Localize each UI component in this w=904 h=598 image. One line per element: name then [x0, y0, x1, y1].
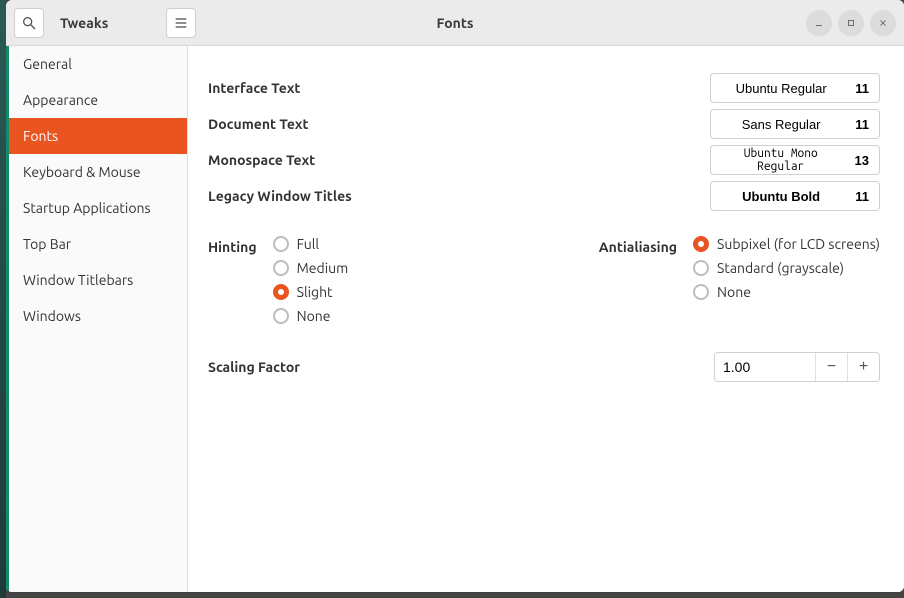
font-name: Ubuntu Regular	[721, 81, 841, 96]
radio-label: Standard (grayscale)	[717, 260, 844, 276]
font-row-label: Monospace Text	[208, 152, 408, 168]
hinting-option[interactable]: Full	[273, 236, 349, 252]
radio-icon	[273, 260, 289, 276]
font-picker-document[interactable]: Sans Regular 11	[710, 109, 880, 139]
font-size: 13	[855, 153, 869, 168]
font-picker-legacy[interactable]: Ubuntu Bold 11	[710, 181, 880, 211]
antialiasing-option[interactable]: None	[693, 284, 880, 300]
minimize-button[interactable]	[806, 10, 832, 36]
antialiasing-column: Antialiasing Subpixel (for LCD screens)S…	[599, 236, 880, 324]
antialiasing-option[interactable]: Subpixel (for LCD screens)	[693, 236, 880, 252]
radio-icon	[693, 236, 709, 252]
sidebar-item-top-bar[interactable]: Top Bar	[9, 226, 187, 262]
font-row-label: Document Text	[208, 116, 408, 132]
app-title: Tweaks	[60, 15, 108, 31]
hinting-label: Hinting	[208, 236, 257, 324]
radio-label: Medium	[297, 260, 349, 276]
font-size: 11	[855, 117, 869, 132]
sidebar: GeneralAppearanceFontsKeyboard & MouseSt…	[6, 46, 188, 592]
radio-icon	[273, 284, 289, 300]
scaling-spin: − +	[714, 352, 880, 382]
close-icon	[878, 18, 888, 28]
font-row-monospace: Monospace Text Ubuntu Mono Regular 13	[208, 142, 880, 178]
scaling-increment[interactable]: +	[847, 353, 879, 381]
sidebar-item-appearance[interactable]: Appearance	[9, 82, 187, 118]
font-picker-monospace[interactable]: Ubuntu Mono Regular 13	[710, 145, 880, 175]
tweaks-window: Tweaks Fonts GeneralAppearanceFontsKeybo…	[6, 0, 904, 592]
font-size: 11	[855, 81, 869, 96]
font-name: Sans Regular	[721, 117, 841, 132]
desktop-edge	[0, 0, 6, 598]
scaling-label: Scaling Factor	[208, 359, 300, 375]
titlebar: Tweaks Fonts	[6, 0, 904, 46]
sidebar-item-fonts[interactable]: Fonts	[9, 118, 187, 154]
hinting-column: Hinting Full Medium Slight None	[208, 236, 348, 324]
scaling-decrement[interactable]: −	[815, 353, 847, 381]
content: Interface Text Ubuntu Regular 11 Documen…	[188, 46, 904, 592]
close-button[interactable]	[870, 10, 896, 36]
font-row-label: Interface Text	[208, 80, 408, 96]
sidebar-item-window-titlebars[interactable]: Window Titlebars	[9, 262, 187, 298]
window-controls	[806, 10, 896, 36]
search-button[interactable]	[14, 8, 44, 38]
radio-label: Subpixel (for LCD screens)	[717, 236, 880, 252]
sidebar-item-windows[interactable]: Windows	[9, 298, 187, 334]
radio-label: Full	[297, 236, 319, 252]
titlebar-left: Tweaks	[14, 8, 196, 38]
sidebar-item-general[interactable]: General	[9, 46, 187, 82]
hinting-option[interactable]: None	[273, 308, 349, 324]
font-row-interface: Interface Text Ubuntu Regular 11	[208, 70, 880, 106]
scaling-row: Scaling Factor − +	[208, 352, 880, 382]
font-row-legacy: Legacy Window Titles Ubuntu Bold 11	[208, 178, 880, 214]
antialiasing-label: Antialiasing	[599, 236, 677, 324]
font-name: Ubuntu Bold	[721, 189, 841, 204]
font-size: 11	[855, 189, 869, 204]
font-row-document: Document Text Sans Regular 11	[208, 106, 880, 142]
body: GeneralAppearanceFontsKeyboard & MouseSt…	[6, 46, 904, 592]
radio-icon	[693, 284, 709, 300]
font-name: Ubuntu Mono Regular	[721, 147, 841, 173]
maximize-icon	[846, 18, 856, 28]
search-icon	[21, 15, 37, 31]
radio-icon	[693, 260, 709, 276]
radio-icon	[273, 236, 289, 252]
hinting-radio-group: Full Medium Slight None	[273, 236, 349, 324]
radio-label: None	[297, 308, 331, 324]
hamburger-icon	[173, 15, 189, 31]
page-title: Fonts	[436, 15, 473, 31]
radio-label: None	[717, 284, 751, 300]
sidebar-item-keyboard-mouse[interactable]: Keyboard & Mouse	[9, 154, 187, 190]
menu-button[interactable]	[166, 8, 196, 38]
radio-icon	[273, 308, 289, 324]
maximize-button[interactable]	[838, 10, 864, 36]
minimize-icon	[814, 18, 824, 28]
hinting-option[interactable]: Slight	[273, 284, 349, 300]
antialiasing-radio-group: Subpixel (for LCD screens) Standard (gray…	[693, 236, 880, 324]
antialiasing-option[interactable]: Standard (grayscale)	[693, 260, 880, 276]
font-picker-interface[interactable]: Ubuntu Regular 11	[710, 73, 880, 103]
sidebar-item-startup-applications[interactable]: Startup Applications	[9, 190, 187, 226]
hinting-option[interactable]: Medium	[273, 260, 349, 276]
font-row-label: Legacy Window Titles	[208, 188, 408, 204]
radio-label: Slight	[297, 284, 333, 300]
scaling-input[interactable]	[715, 353, 815, 381]
hinting-antialiasing-section: Hinting Full Medium Slight None Antialiasin…	[208, 236, 880, 324]
